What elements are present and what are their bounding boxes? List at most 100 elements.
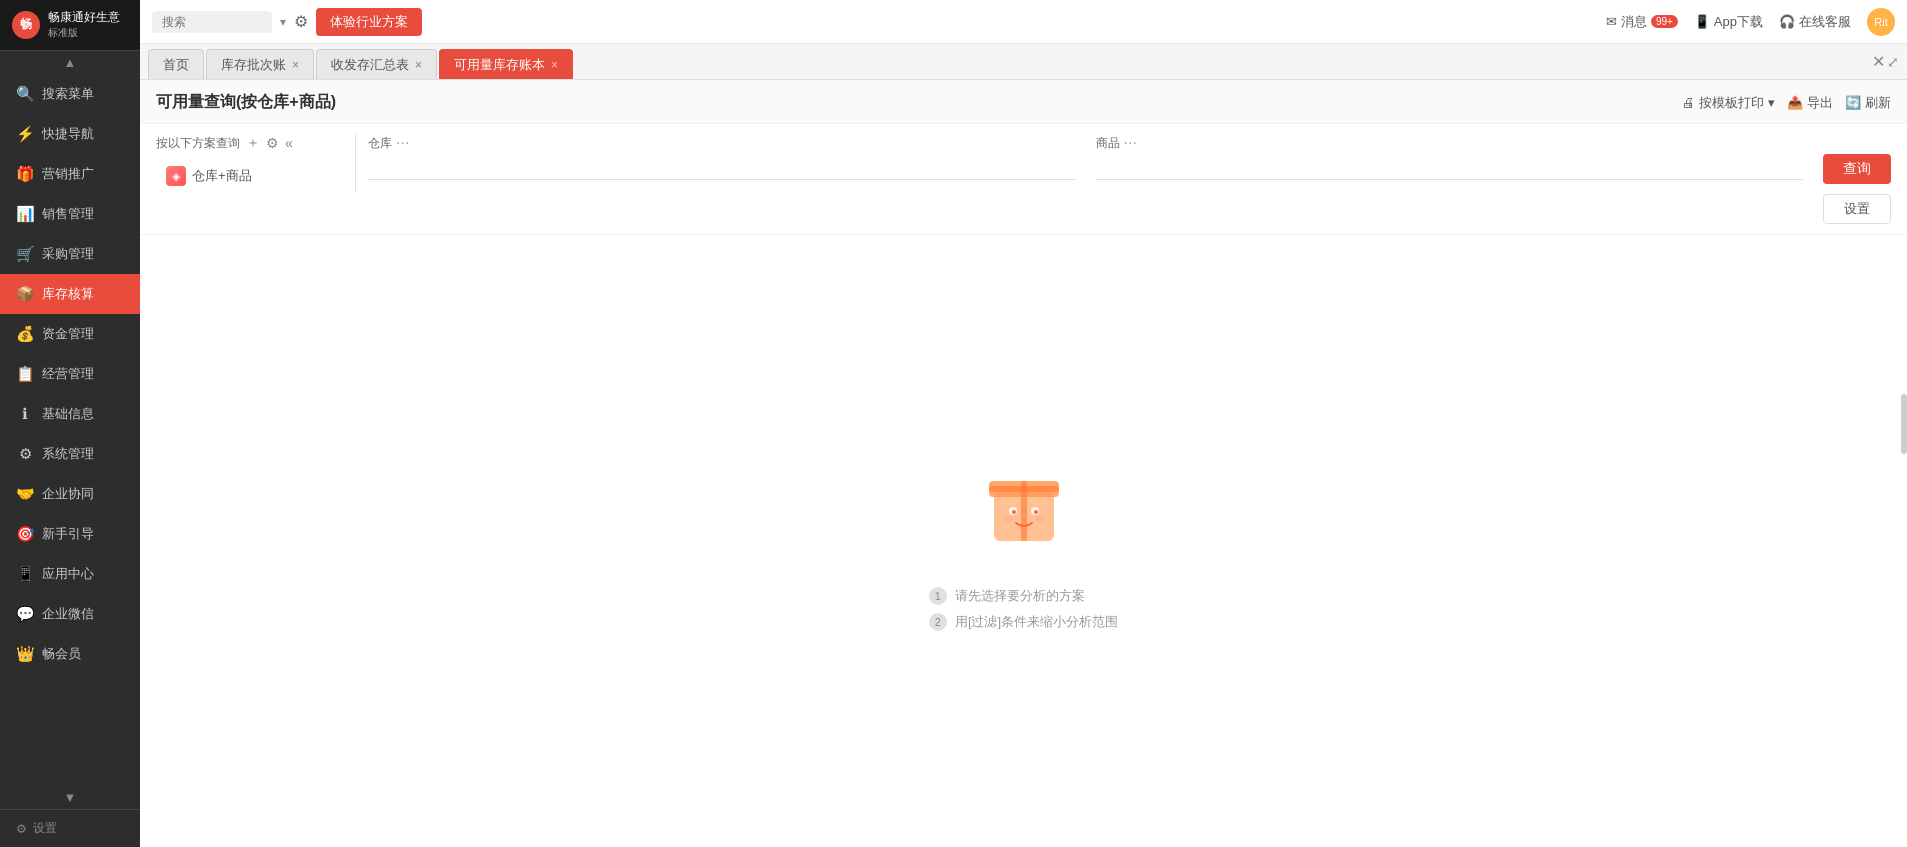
sidebar: 畅 畅康通好生意 标准版 ▲ 🔍 搜索菜单 ⚡ 快捷导航 🎁 营销推广 📊 销售… (0, 0, 140, 847)
tabbar-expand-btn[interactable]: ⤢ (1887, 54, 1899, 70)
topbar-settings-btn[interactable]: ⚙ (294, 12, 308, 31)
chart-icon: 📊 (16, 205, 34, 223)
scheme-item-warehouse-product[interactable]: ◈ 仓库+商品 (156, 160, 343, 192)
sidebar-item-sales[interactable]: 📊 销售管理 (0, 194, 140, 234)
page-title: 可用量查询(按仓库+商品) (156, 92, 336, 113)
refresh-label: 刷新 (1865, 94, 1891, 112)
tab-stock-summary[interactable]: 收发存汇总表 × (316, 49, 437, 79)
tab-available-inventory[interactable]: 可用量库存账本 × (439, 49, 573, 79)
customer-service-btn[interactable]: 🎧 在线客服 (1779, 13, 1851, 31)
warehouse-filter-group: 仓库 ··· (368, 134, 1076, 180)
print-btn[interactable]: 🖨 按模板打印 ▾ (1682, 94, 1775, 112)
sidebar-item-search[interactable]: 🔍 搜索菜单 (0, 74, 140, 114)
app-download-label: App下载 (1714, 13, 1763, 31)
inventory-icon: 📦 (16, 285, 34, 303)
message-badge: 99+ (1651, 15, 1678, 28)
app-subtitle: 标准版 (48, 26, 120, 40)
sidebar-item-operations[interactable]: 📋 经营管理 (0, 354, 140, 394)
message-btn[interactable]: ✉ 消息 99+ (1606, 13, 1678, 31)
svg-point-9 (1035, 516, 1045, 522)
svg-point-7 (1034, 510, 1038, 514)
filter-left-panel: 按以下方案查询 ＋ ⚙ « ◈ 仓库+商品 (156, 134, 356, 192)
scroll-up-btn[interactable]: ▲ (0, 51, 140, 74)
tab-inventory-batch[interactable]: 库存批次账 × (206, 49, 314, 79)
add-scheme-btn[interactable]: ＋ (246, 134, 260, 152)
scroll-down-btn[interactable]: ▼ (0, 786, 140, 809)
filter-right-panel: 仓库 ··· 商品 ··· 查询 设置 (368, 134, 1891, 224)
industry-btn[interactable]: 体验行业方案 (316, 8, 422, 36)
sidebar-item-shortcut[interactable]: ⚡ 快捷导航 (0, 114, 140, 154)
wechat-icon: 💬 (16, 605, 34, 623)
tab-home[interactable]: 首页 (148, 49, 204, 79)
crown-icon: 👑 (16, 645, 34, 663)
hint-text-2: 用[过滤]条件来缩小分析范围 (955, 613, 1118, 631)
hint-num-1: 1 (929, 587, 947, 605)
handshake-icon: 🤝 (16, 485, 34, 503)
cart-icon: 🛒 (16, 245, 34, 263)
sidebar-item-finance[interactable]: 💰 资金管理 (0, 314, 140, 354)
sidebar-item-marketing[interactable]: 🎁 营销推广 (0, 154, 140, 194)
query-btn[interactable]: 查询 (1823, 154, 1891, 184)
tab-home-label: 首页 (163, 56, 189, 74)
sidebar-item-inventory[interactable]: 📦 库存核算 (0, 274, 140, 314)
tab-inventory-batch-close[interactable]: × (292, 58, 299, 72)
scheme-icon: ◈ (166, 166, 186, 186)
app-download-btn[interactable]: 📱 App下载 (1694, 13, 1763, 31)
page-actions: 🖨 按模板打印 ▾ 📤 导出 🔄 刷新 (1682, 94, 1891, 112)
sidebar-nav: 🔍 搜索菜单 ⚡ 快捷导航 🎁 营销推广 📊 销售管理 🛒 采购管理 📦 库存核… (0, 74, 140, 786)
sidebar-item-enterprise[interactable]: 🤝 企业协同 (0, 474, 140, 514)
topbar-right: ✉ 消息 99+ 📱 App下载 🎧 在线客服 Rit (1606, 8, 1895, 36)
export-label: 导出 (1807, 94, 1833, 112)
edit-scheme-btn[interactable]: ⚙ (266, 135, 279, 151)
empty-hints: 1 请先选择要分析的方案 2 用[过滤]条件来缩小分析范围 (929, 587, 1118, 631)
filter-action-btns: 查询 设置 (1823, 134, 1891, 224)
page-content: 可用量查询(按仓库+商品) 🖨 按模板打印 ▾ 📤 导出 🔄 刷新 (140, 80, 1907, 847)
tab-stock-summary-close[interactable]: × (415, 58, 422, 72)
filter-area: 按以下方案查询 ＋ ⚙ « ◈ 仓库+商品 仓库 ··· (140, 124, 1907, 235)
info-icon: ℹ (16, 405, 34, 423)
tab-inventory-batch-label: 库存批次账 (221, 56, 286, 74)
tab-available-inventory-label: 可用量库存账本 (454, 56, 545, 74)
warehouse-input[interactable] (368, 156, 1076, 180)
refresh-icon: 🔄 (1845, 95, 1861, 110)
customer-service-label: 在线客服 (1799, 13, 1851, 31)
sidebar-item-basic-info[interactable]: ℹ 基础信息 (0, 394, 140, 434)
product-more-btn[interactable]: ··· (1124, 134, 1137, 152)
topbar-search-input[interactable] (152, 11, 272, 33)
gift-icon: 🎁 (16, 165, 34, 183)
sidebar-footer: ⚙ 设置 (0, 809, 140, 847)
user-menu[interactable]: Rit (1867, 8, 1895, 36)
svg-rect-3 (989, 486, 1059, 492)
main-area: ▾ ⚙ 体验行业方案 ✉ 消息 99+ 📱 App下载 🎧 在线客服 Rit (140, 0, 1907, 847)
print-label: 按模板打印 (1699, 94, 1764, 112)
product-input[interactable] (1096, 156, 1804, 180)
topbar-dropdown-btn[interactable]: ▾ (280, 15, 286, 29)
product-filter-group: 商品 ··· (1096, 134, 1804, 180)
settings-footer-icon: ⚙ (16, 822, 27, 836)
refresh-btn[interactable]: 🔄 刷新 (1845, 94, 1891, 112)
sidebar-item-purchase[interactable]: 🛒 采购管理 (0, 234, 140, 274)
filter-settings-btn[interactable]: 设置 (1823, 194, 1891, 224)
svg-point-8 (1003, 516, 1013, 522)
app-title: 畅康通好生意 (48, 10, 120, 26)
sidebar-header: 畅 畅康通好生意 标准版 (0, 0, 140, 51)
tab-available-inventory-close[interactable]: × (551, 58, 558, 72)
svg-point-6 (1012, 510, 1016, 514)
print-dropdown-icon: ▾ (1768, 95, 1775, 110)
tabbar-close-btn[interactable]: ✕ (1872, 52, 1885, 71)
export-icon: 📤 (1787, 95, 1803, 110)
scheme-label: 仓库+商品 (192, 167, 252, 185)
sidebar-item-system[interactable]: ⚙ 系统管理 (0, 434, 140, 474)
warehouse-filter-label: 仓库 ··· (368, 134, 1076, 152)
search-icon: 🔍 (16, 85, 34, 103)
sidebar-item-member[interactable]: 👑 畅会员 (0, 634, 140, 674)
tab-stock-summary-label: 收发存汇总表 (331, 56, 409, 74)
empty-state: 1 请先选择要分析的方案 2 用[过滤]条件来缩小分析范围 (140, 235, 1907, 847)
tabbar: 首页 库存批次账 × 收发存汇总表 × 可用量库存账本 × ✕ ⤢ (140, 44, 1907, 80)
sidebar-item-wechat[interactable]: 💬 企业微信 (0, 594, 140, 634)
sidebar-item-app-center[interactable]: 📱 应用中心 (0, 554, 140, 594)
warehouse-more-btn[interactable]: ··· (396, 134, 409, 152)
export-btn[interactable]: 📤 导出 (1787, 94, 1833, 112)
sidebar-item-guide[interactable]: 🎯 新手引导 (0, 514, 140, 554)
collapse-btn[interactable]: « (285, 135, 293, 151)
